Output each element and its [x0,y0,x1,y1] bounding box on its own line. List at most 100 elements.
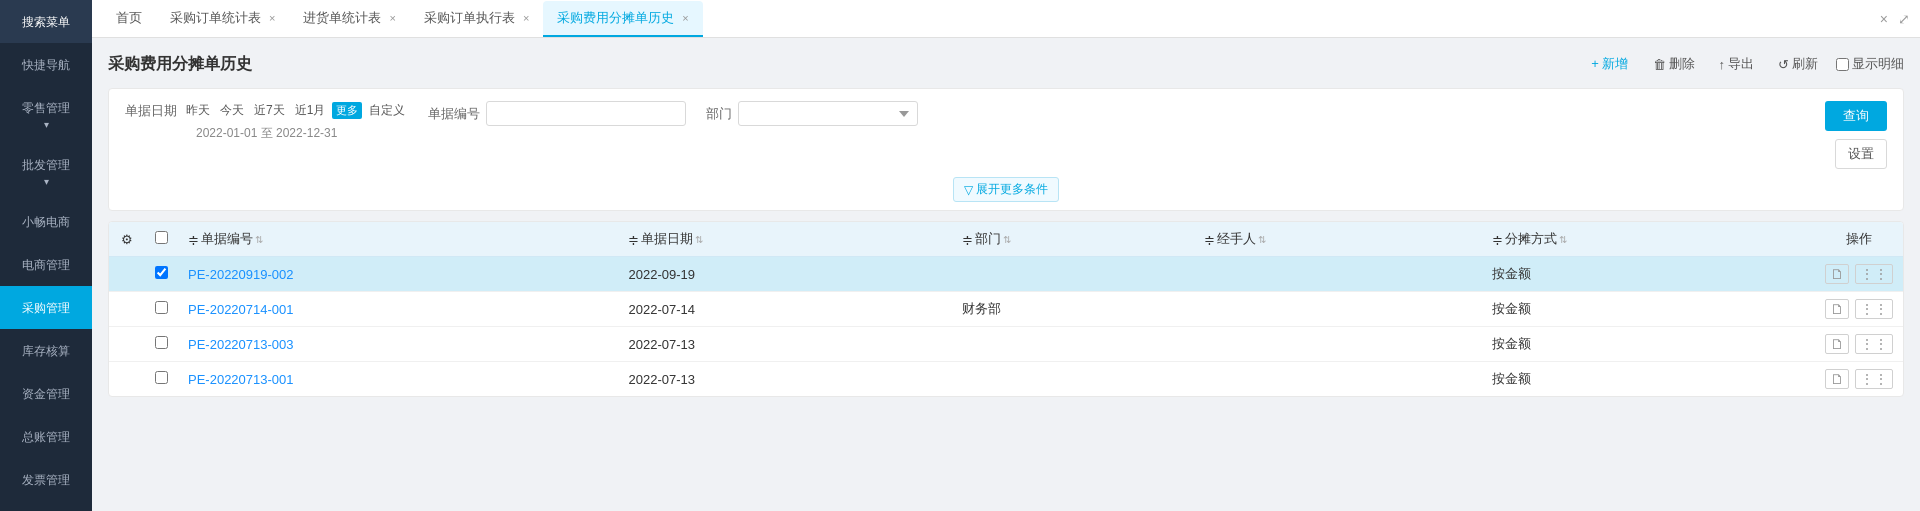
show-cols-checkbox[interactable]: 显示明细 [1836,55,1904,73]
row-checkbox-3[interactable] [155,336,168,349]
tab-close-inbound-stat[interactable]: × [389,12,395,24]
search-button[interactable]: 查询 [1825,101,1887,131]
cell-checkbox-3 [145,327,178,362]
doc-no-field: 单据编号 [428,101,686,126]
view-icon-1[interactable]: 🗋 [1825,264,1849,284]
window-max-icon[interactable]: ⤢ [1898,11,1910,27]
last1month-btn[interactable]: 近1月 [292,101,329,120]
doc-link-3[interactable]: PE-20220713-003 [188,337,294,352]
table-row[interactable]: PE-20220714-001 2022-07-14 财务部 按金额 🗋 ⋮⋮ [109,292,1903,327]
export-button[interactable]: ↑ 导出 [1713,52,1761,76]
th-checkbox [145,222,178,257]
show-cols-input[interactable] [1836,58,1849,71]
table-row[interactable]: PE-20220919-002 2022-09-19 按金额 🗋 ⋮⋮ [109,257,1903,292]
tab-inbound-stat[interactable]: 进货单统计表 × [289,1,409,37]
select-all-checkbox[interactable] [155,231,168,244]
sort-dept[interactable]: ≑ 部门 ⇅ [962,230,1011,248]
more-icon-2[interactable]: ⋮⋮ [1855,299,1893,319]
doc-link-4[interactable]: PE-20220713-001 [188,372,294,387]
sidebar-item-quicknav[interactable]: 快捷导航 [0,43,92,86]
row-checkbox-1[interactable] [155,266,168,279]
ops-group-2: 🗋 ⋮⋮ [1825,299,1893,319]
refresh-icon: ↺ [1778,57,1789,72]
date-shortcuts: 昨天 今天 近7天 近1月 更多 自定义 [183,101,408,120]
tab-bar: 首页采购订单统计表×进货单统计表×采购订单执行表×采购费用分摊单历史× × ⤢ [92,0,1920,38]
table-header: ⚙ ≑ 单据编号 ⇅ ≑ 单据日期 ⇅ [109,222,1903,257]
sort-doc-no[interactable]: ≑ 单据编号 ⇅ [188,230,263,248]
sidebar-item-wholesale[interactable]: 批发管理▾ [0,143,92,200]
sidebar-label-finance: 资金管理 [4,386,88,403]
view-icon-2[interactable]: 🗋 [1825,299,1849,319]
sidebar-item-search[interactable]: 搜索菜单 [0,0,92,43]
cell-handler-3 [1194,327,1482,362]
export-icon: ↑ [1719,57,1726,72]
main-area: 首页采购订单统计表×进货单统计表×采购订单执行表×采购费用分摊单历史× × ⤢ … [92,0,1920,511]
doc-link-2[interactable]: PE-20220714-001 [188,302,294,317]
tab-label-home: 首页 [116,9,142,27]
sidebar-label-mall: 小畅电商 [4,214,88,231]
more-icon-1[interactable]: ⋮⋮ [1855,264,1893,284]
sidebar-label-ecommerce: 电商管理 [4,257,88,274]
tab-purchase-fee-history[interactable]: 采购费用分摊单历史× [543,1,702,37]
tab-home[interactable]: 首页 [102,1,156,37]
sidebar-item-purchase[interactable]: 采购管理 [0,286,92,329]
sort-split-method[interactable]: ≑ 分摊方式 ⇅ [1492,230,1567,248]
cell-docno-2: PE-20220714-001 [178,292,618,327]
delete-icon: 🗑 [1653,57,1666,72]
refresh-button[interactable]: ↺ 刷新 [1772,52,1824,76]
date-filter: 单据日期 昨天 今天 近7天 近1月 更多 自定义 2022-01-01 至 2… [125,101,408,142]
arrow-icon-retail: ▾ [44,119,49,130]
sidebar-item-invoice[interactable]: 发票管理 [0,458,92,501]
doc-no-input[interactable] [486,101,686,126]
sidebar-item-finance[interactable]: 资金管理 [0,372,92,415]
tab-close-purchase-fee-history[interactable]: × [682,12,688,24]
more-icon-3[interactable]: ⋮⋮ [1855,334,1893,354]
more-btn[interactable]: 更多 [332,102,362,119]
dept-select[interactable]: 财务部 [738,101,918,126]
tab-purchase-order-stat[interactable]: 采购订单统计表 × [156,1,289,37]
setting-button[interactable]: 设置 [1835,139,1887,169]
sort-handler[interactable]: ≑ 经手人 ⇅ [1204,230,1266,248]
view-icon-3[interactable]: 🗋 [1825,334,1849,354]
cell-date-2: 2022-07-14 [618,292,951,327]
sidebar-label-purchase: 采购管理 [4,300,88,317]
arrow-icon-wholesale: ▾ [44,176,49,187]
more-icon-4[interactable]: ⋮⋮ [1855,369,1893,389]
row-checkbox-2[interactable] [155,301,168,314]
dept-field: 部门 财务部 [706,101,918,126]
table-row[interactable]: PE-20220713-003 2022-07-13 按金额 🗋 ⋮⋮ [109,327,1903,362]
cell-dept-3 [952,327,1194,362]
view-icon-4[interactable]: 🗋 [1825,369,1849,389]
yesterday-btn[interactable]: 昨天 [183,101,213,120]
sidebar-item-ledger[interactable]: 总账管理 [0,415,92,458]
expand-more-button[interactable]: ▽ 展开更多条件 [953,177,1059,202]
page-title: 采购费用分摊单历史 [108,54,252,75]
tab-label-purchase-order-stat: 采购订单统计表 [170,9,261,27]
table-wrap: ⚙ ≑ 单据编号 ⇅ ≑ 单据日期 ⇅ [108,221,1904,397]
table-row[interactable]: PE-20220713-001 2022-07-13 按金额 🗋 ⋮⋮ [109,362,1903,397]
sidebar-label-invoice: 发票管理 [4,472,88,489]
cell-settings-2 [109,292,145,327]
sidebar-item-ecommerce[interactable]: 电商管理 [0,243,92,286]
today-btn[interactable]: 今天 [217,101,247,120]
tab-label-inbound-stat: 进货单统计表 [303,9,381,27]
sidebar-item-mall[interactable]: 小畅电商 [0,200,92,243]
last7days-btn[interactable]: 近7天 [251,101,288,120]
tab-purchase-order-exec[interactable]: 采购订单执行表× [410,1,543,37]
custom-btn[interactable]: 自定义 [366,101,408,120]
cell-ops-1: 🗋 ⋮⋮ [1815,257,1903,292]
doc-link-1[interactable]: PE-20220919-002 [188,267,294,282]
search-row: 单据日期 昨天 今天 近7天 近1月 更多 自定义 2022-01-01 至 2… [125,101,1887,169]
add-button[interactable]: + 新增 [1585,52,1634,76]
sidebar-item-retail[interactable]: 零售管理▾ [0,86,92,143]
tab-close-purchase-order-exec[interactable]: × [523,12,529,24]
sort-doc-date[interactable]: ≑ 单据日期 ⇅ [628,230,703,248]
delete-button[interactable]: 🗑 删除 [1647,52,1701,76]
row-checkbox-4[interactable] [155,371,168,384]
window-close-icon[interactable]: × [1880,11,1888,27]
page-content: 采购费用分摊单历史 + 新增 🗑 删除 ↑ 导出 ↺ 刷新 显示明细 [92,38,1920,511]
th-settings[interactable]: ⚙ [109,222,145,257]
sidebar-item-inventory[interactable]: 库存核算 [0,329,92,372]
tab-close-purchase-order-stat[interactable]: × [269,12,275,24]
cell-docno-3: PE-20220713-003 [178,327,618,362]
